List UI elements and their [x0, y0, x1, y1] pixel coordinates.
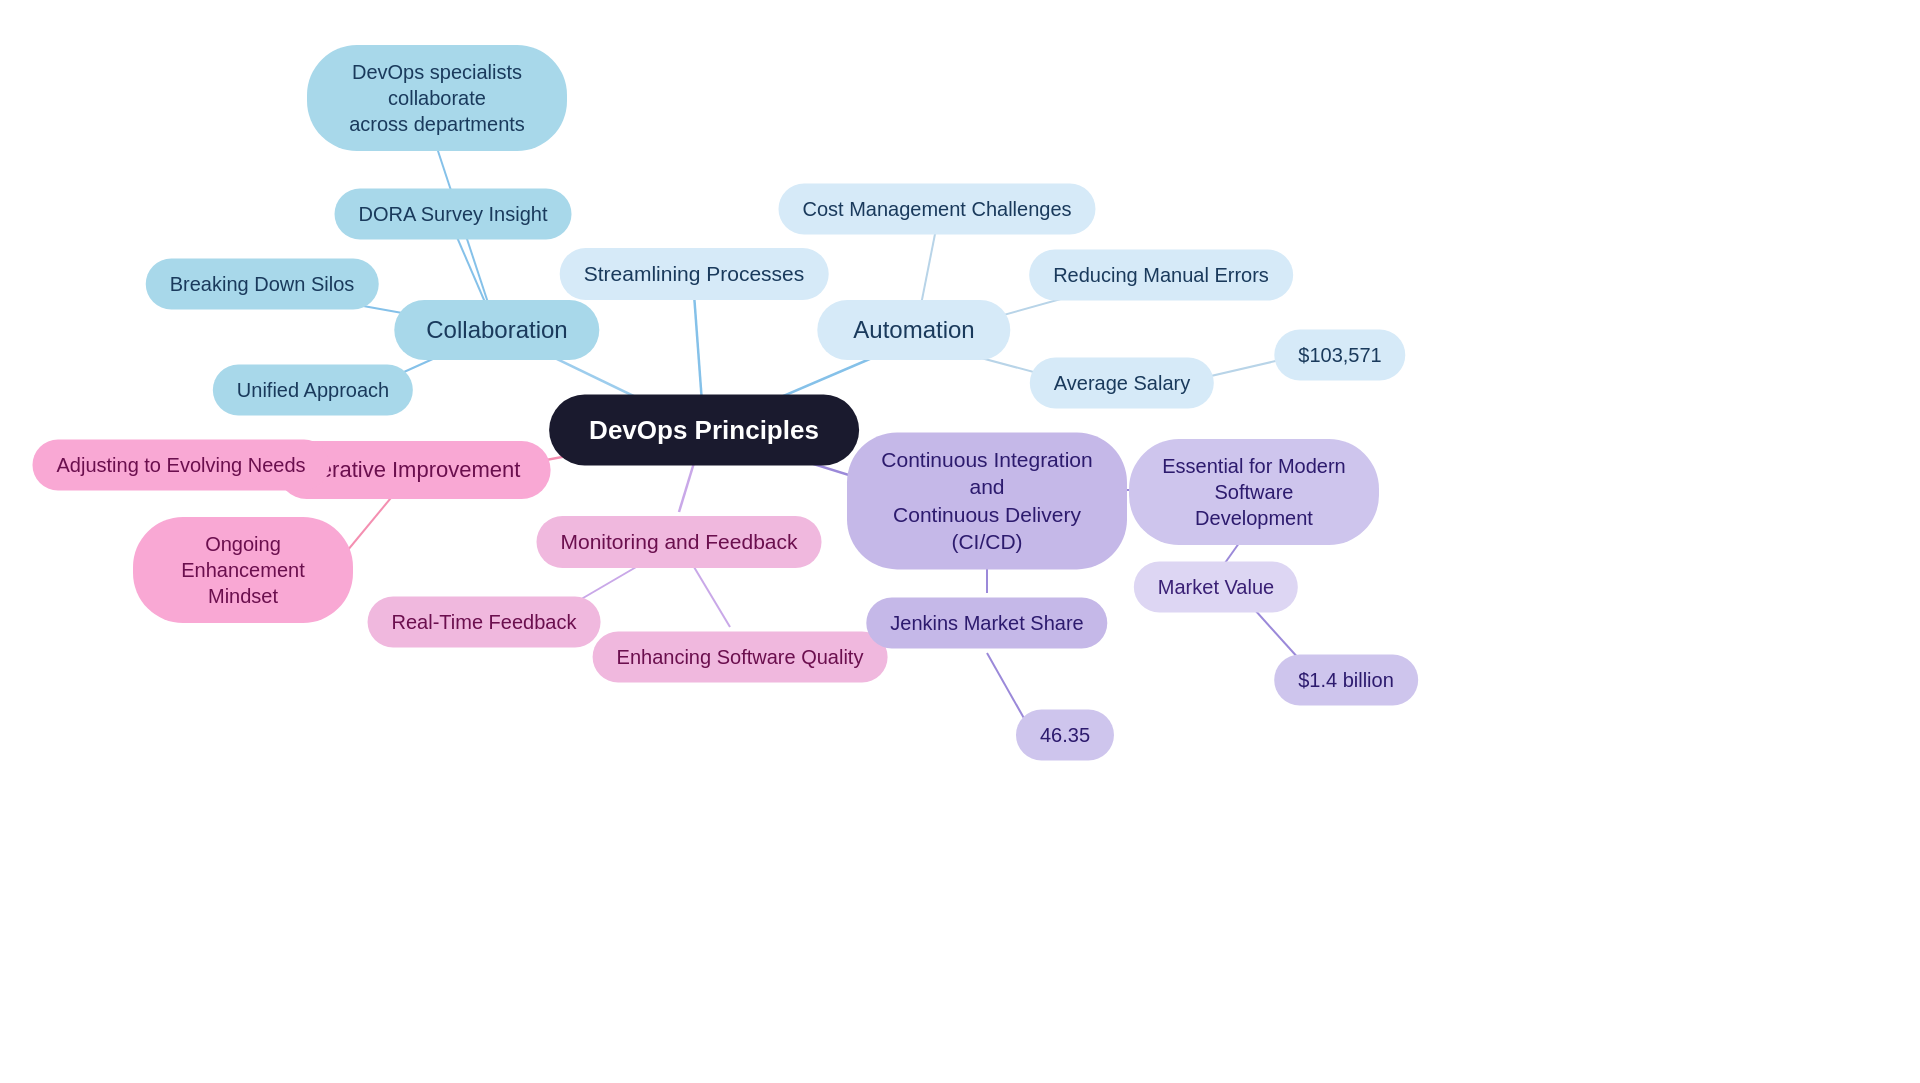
- breaking-down-silos-node: Breaking Down Silos: [146, 259, 379, 310]
- adjusting-node: Adjusting to Evolving Needs: [32, 440, 329, 491]
- monitoring-node: Monitoring and Feedback: [537, 516, 822, 568]
- automation-node: Automation: [817, 300, 1010, 360]
- market-value-node: Market Value: [1134, 562, 1298, 613]
- center-node: DevOps Principles: [549, 395, 859, 466]
- devops-specialists-node: DevOps specialists collaborateacross dep…: [307, 45, 567, 151]
- collaboration-node: Collaboration: [394, 300, 599, 360]
- essential-node: Essential for Modern SoftwareDevelopment: [1129, 439, 1379, 545]
- market-value-num-node: $1.4 billion: [1274, 655, 1418, 706]
- ongoing-enhancement-node: Ongoing EnhancementMindset: [133, 517, 353, 623]
- mindmap-container: DevOps Principles Collaboration DevOps s…: [0, 0, 1920, 1083]
- enhancing-software-node: Enhancing Software Quality: [593, 632, 888, 683]
- streamlining-node: Streamlining Processes: [560, 248, 829, 300]
- reducing-manual-node: Reducing Manual Errors: [1029, 250, 1293, 301]
- cicd-node: Continuous Integration andContinuous Del…: [847, 432, 1127, 569]
- unified-approach-node: Unified Approach: [213, 365, 413, 416]
- dora-survey-node: DORA Survey Insight: [335, 189, 572, 240]
- average-salary-node: Average Salary: [1030, 358, 1214, 409]
- cost-management-node: Cost Management Challenges: [778, 184, 1095, 235]
- svg-line-20: [987, 653, 1025, 720]
- salary-value-node: $103,571: [1274, 330, 1405, 381]
- realtime-feedback-node: Real-Time Feedback: [368, 597, 601, 648]
- jenkins-value-node: 46.35: [1016, 710, 1114, 761]
- jenkins-node: Jenkins Market Share: [866, 598, 1107, 649]
